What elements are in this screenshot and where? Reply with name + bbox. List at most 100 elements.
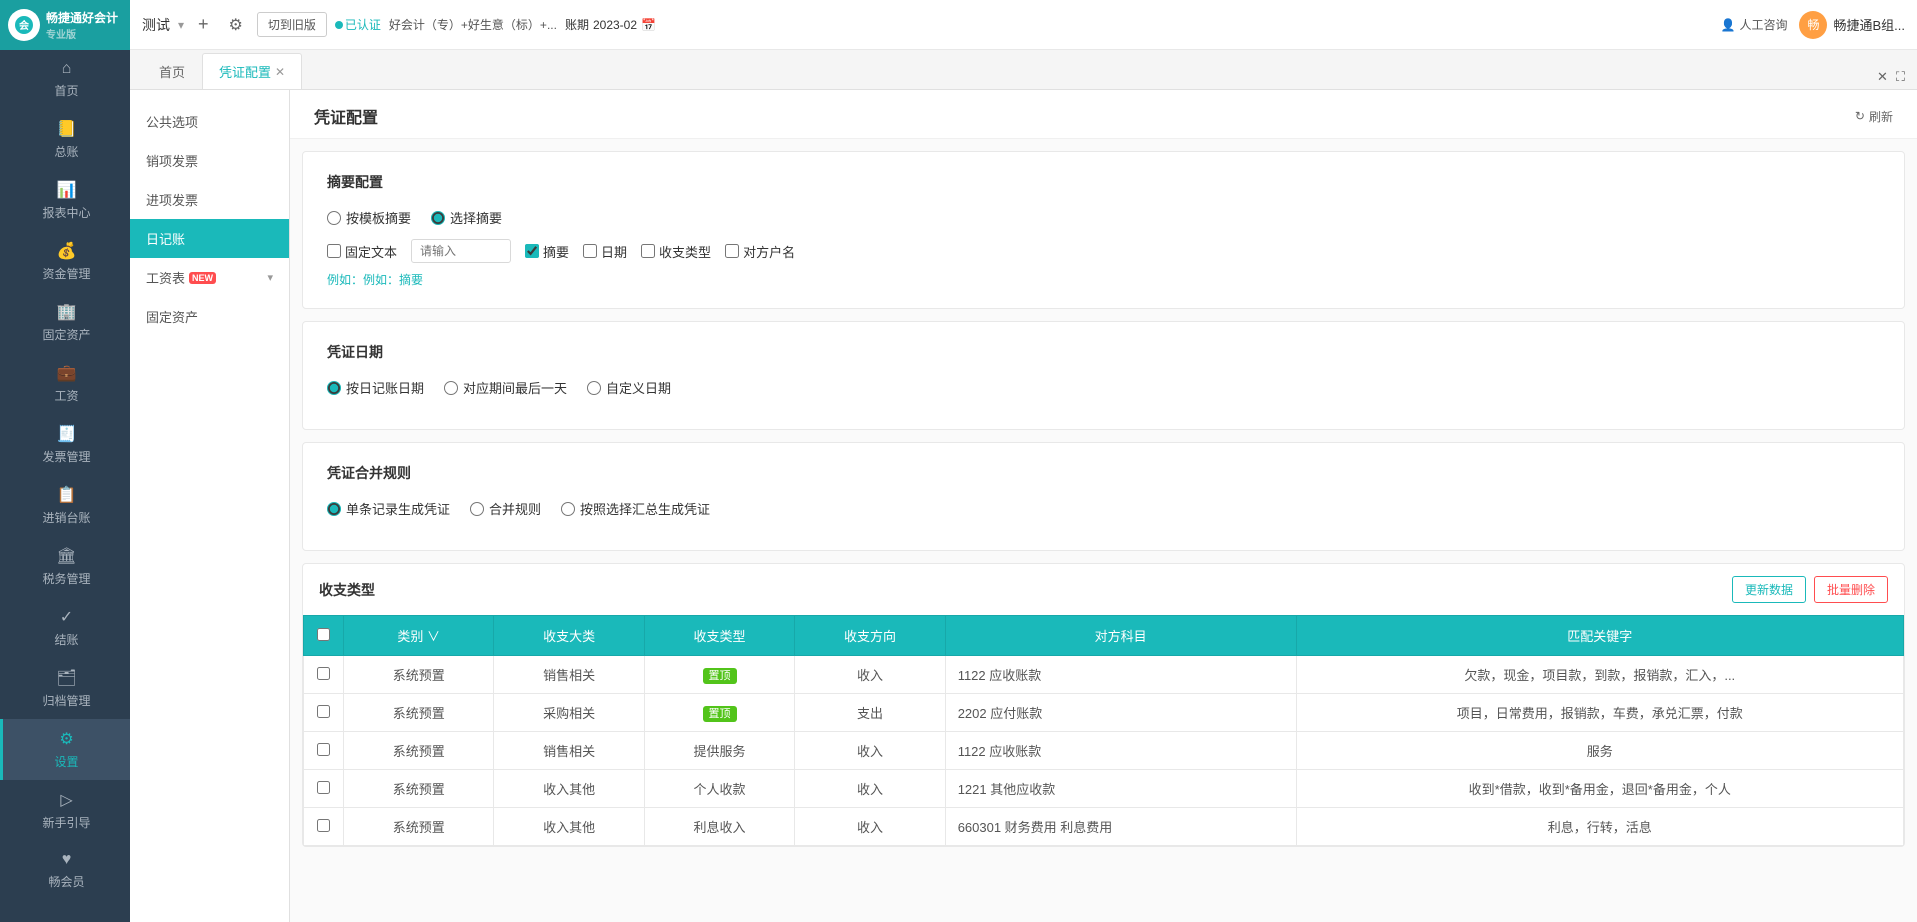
sidebar-item-sales-ledger[interactable]: 📋 进销台账 [0,475,130,536]
sub-nav-public-label: 公共选项 [146,112,198,131]
sidebar-item-settings[interactable]: ⚙ 设置 [0,719,130,780]
select-all-checkbox[interactable] [317,628,330,641]
radio-custom-date[interactable]: 自定义日期 [587,378,671,397]
tab-home[interactable]: 首页 [142,53,202,89]
checkbox-fixed-text[interactable]: 固定文本 [327,242,397,261]
sidebar-item-tax[interactable]: 🏛 税务管理 [0,536,130,597]
window-maximize-icon[interactable]: ⛶ [1896,69,1905,85]
sub-nav-fixed-assets[interactable]: 固定资产 [130,297,289,336]
sidebar-item-home[interactable]: ⌂ 首页 [0,50,130,109]
row-major-type: 收入其他 [494,770,644,808]
row-type: 提供服务 [644,732,794,770]
new-badge: NEW [189,272,216,284]
switch-old-version-button[interactable]: 切到旧版 [257,12,327,37]
user-menu[interactable]: 畅 畅捷通B组... [1799,11,1905,39]
example-value: 例如：摘要 [363,273,423,287]
page-header: 凭证配置 ↻ 刷新 [290,90,1917,139]
sidebar-item-general-ledger[interactable]: 📒 总账 [0,109,130,170]
consult-icon: 👤 [1721,18,1736,32]
tax-icon: 🏛 [56,546,76,566]
table-row: 系统预置 收入其他 利息收入 收入 660301 财务费用 利息费用 利息，行转… [304,808,1904,846]
sub-nav-journal[interactable]: 日记账 [130,219,289,258]
row-checkbox[interactable] [317,667,330,680]
row-checkbox-cell [304,808,344,846]
sidebar-item-closing[interactable]: ✓ 结账 [0,597,130,658]
row-account: 660301 财务费用 利息费用 [945,808,1296,846]
radio-summary-voucher[interactable]: 按照选择汇总生成凭证 [561,499,710,518]
table-row: 系统预置 收入其他 个人收款 收入 1221 其他应收款 收到*借款，收到*备用… [304,770,1904,808]
sidebar: 会 畅捷通好会计 专业版 ⌂ 首页 📒 总账 📊 报表中心 💰 资金管理 🏢 固… [0,0,130,922]
top-badge[interactable]: 置顶 [703,706,737,722]
sidebar-item-archive[interactable]: 🗂 归档管理 [0,658,130,719]
company-chevron-icon[interactable]: ▾ [178,18,184,32]
merge-section-title: 凭证合并规则 [327,463,1880,483]
tab-home-label: 首页 [159,62,185,81]
fixed-text-input[interactable] [411,239,511,263]
left-panel: 公共选项 销项发票 进项发票 日记账 工资表 NEW ▾ 固定资产 [130,90,290,922]
sub-nav-sales-invoice[interactable]: 销项发票 [130,141,289,180]
calendar-icon[interactable]: 📅 [641,18,656,32]
radio-last-day[interactable]: 对应期间最后一天 [444,378,567,397]
tab-close-icon[interactable]: ✕ [275,65,285,79]
finance-icon: 💰 [57,241,77,261]
radio-select-summary[interactable]: 选择摘要 [431,208,502,227]
radio-journal-date[interactable]: 按日记账日期 [327,378,424,397]
sidebar-item-reports[interactable]: 📊 报表中心 [0,170,130,231]
checkbox-income-type[interactable]: 收支类型 [641,242,711,261]
invoice-icon: 🧾 [57,424,77,444]
sidebar-item-member[interactable]: ♥ 畅会员 [0,841,130,900]
certified-status: 已认证 [335,16,381,33]
sub-nav-salary[interactable]: 工资表 NEW ▾ [130,258,289,297]
sidebar-item-guide[interactable]: ▷ 新手引导 [0,780,130,841]
tab-voucher-config[interactable]: 凭证配置 ✕ [202,53,302,89]
sidebar-item-assets[interactable]: 🏢 固定资产 [0,292,130,353]
col-type: 收支类型 [644,616,794,656]
batch-delete-button[interactable]: 批量删除 [1814,576,1888,603]
row-checkbox[interactable] [317,819,330,832]
col-direction: 收支方向 [795,616,945,656]
sales-ledger-icon: 📋 [57,485,77,505]
add-button[interactable]: + [192,12,215,37]
sidebar-item-invoice-label: 发票管理 [42,448,90,465]
row-type: 置顶 [644,656,794,694]
update-data-button[interactable]: 更新数据 [1732,576,1806,603]
radio-merge-rule[interactable]: 合并规则 [470,499,541,518]
row-account: 1122 应收账款 [945,656,1296,694]
refresh-button[interactable]: ↻ 刷新 [1855,108,1893,125]
radio-last-day-label: 对应期间最后一天 [463,378,567,397]
row-category: 系统预置 [344,656,494,694]
chevron-down-icon: ▾ [267,271,273,284]
certified-label: 已认证 [345,16,381,33]
row-direction: 支出 [795,694,945,732]
radio-template-summary[interactable]: 按模板摘要 [327,208,411,227]
checkbox-summary[interactable]: 摘要 [525,242,569,261]
refresh-icon: ↻ [1855,109,1865,123]
checkbox-date[interactable]: 日期 [583,242,627,261]
row-major-type: 采购相关 [494,694,644,732]
merge-section: 凭证合并规则 单条记录生成凭证 合并规则 按照选择汇总生成凭证 [302,442,1905,551]
sidebar-item-member-label: 畅会员 [48,873,84,890]
row-checkbox[interactable] [317,781,330,794]
ledger-icon: 📒 [57,119,77,139]
window-close-icon[interactable]: ✕ [1877,69,1888,85]
sidebar-item-finance[interactable]: 💰 资金管理 [0,231,130,292]
radio-select-label: 选择摘要 [450,208,502,227]
sidebar-item-invoice[interactable]: 🧾 发票管理 [0,414,130,475]
consult-button[interactable]: 👤 人工咨询 [1721,16,1788,33]
top-badge[interactable]: 置顶 [703,668,737,684]
row-checkbox[interactable] [317,705,330,718]
settings-icon: ⚙ [59,729,73,749]
sub-nav-purchase-invoice-label: 进项发票 [146,190,198,209]
sidebar-item-salary[interactable]: 💼 工资 [0,353,130,414]
row-category: 系统预置 [344,808,494,846]
row-checkbox[interactable] [317,743,330,756]
topbar-settings-icon[interactable]: ⚙ [223,13,249,37]
radio-single-record[interactable]: 单条记录生成凭证 [327,499,450,518]
logo-text-group: 畅捷通好会计 专业版 [46,9,118,41]
radio-template-label: 按模板摘要 [346,208,411,227]
row-major-type: 销售相关 [494,732,644,770]
sub-nav-purchase-invoice[interactable]: 进项发票 [130,180,289,219]
sub-nav-public[interactable]: 公共选项 [130,102,289,141]
row-type: 置顶 [644,694,794,732]
checkbox-counterpart[interactable]: 对方户名 [725,242,795,261]
